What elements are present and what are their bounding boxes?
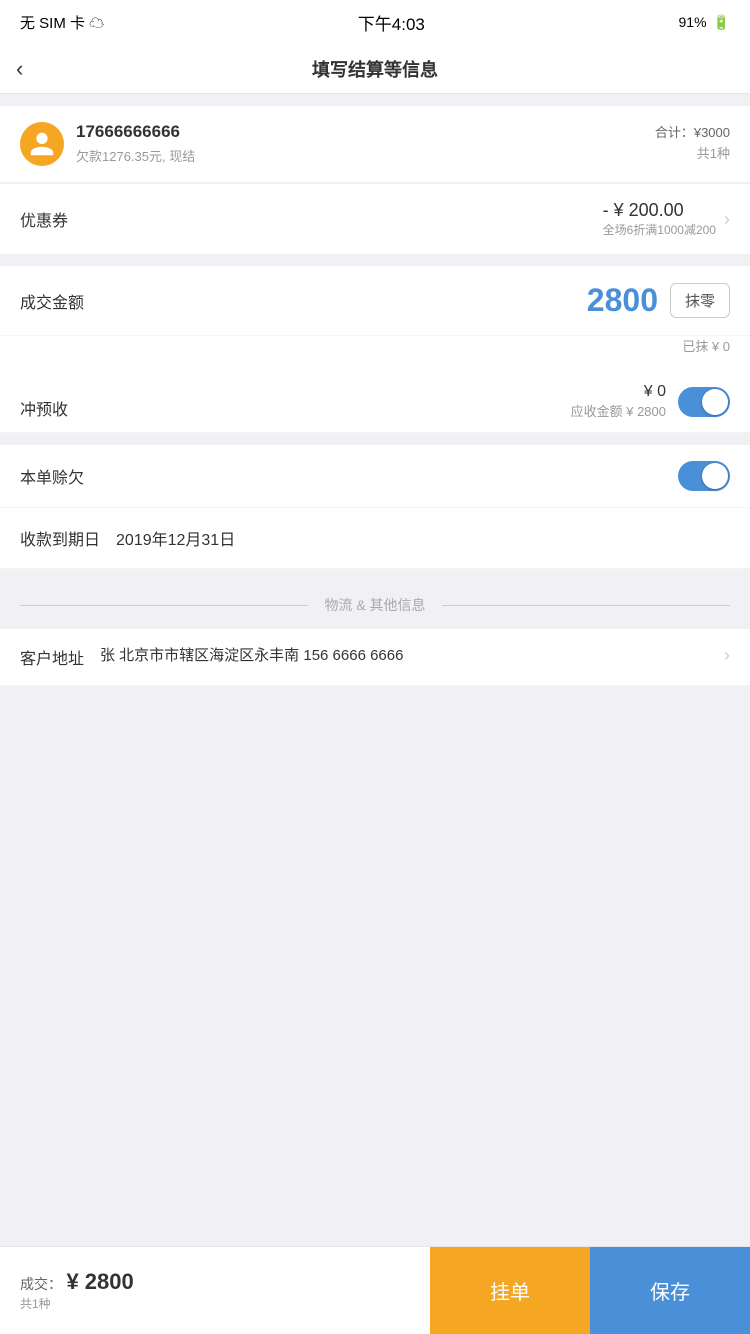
customer-total: 合计：¥3000 共1种	[655, 122, 730, 162]
credit-toggle[interactable]	[678, 461, 730, 491]
transaction-row: 成交金额 2800 抹零	[0, 266, 750, 336]
due-date-value: 2019年12月31日	[116, 526, 235, 550]
total-label: 合计：¥3000	[655, 122, 730, 141]
prepayment-right: ¥ 0 应收金额 ¥ 2800	[571, 383, 730, 420]
credit-right	[678, 461, 730, 491]
battery-icon: 🔋	[713, 14, 730, 31]
no-sim-label: 无 SIM 卡 ☁	[20, 12, 104, 33]
coupon-detail: 全场6折满1000减200	[603, 221, 716, 238]
customer-card: 17666666666 欠款1276.35元, 现结 合计：¥3000 共1种	[0, 106, 750, 182]
coupon-discount: - ¥ 200.00	[603, 200, 716, 221]
due-date-label: 收款到期日	[20, 526, 100, 550]
address-value: 张 北京市市辖区海淀区永丰南 156 6666 6666	[100, 645, 724, 668]
coupon-label: 优惠券	[20, 207, 68, 231]
transaction-label: 成交金额	[20, 289, 84, 313]
prepayment-toggle[interactable]	[678, 387, 730, 417]
address-chevron-icon: ›	[724, 645, 730, 666]
transaction-section: 成交金额 2800 抹零 已抹 ¥ 0 冲预收 ¥ 0 应收金额 ¥ 2800	[0, 266, 750, 433]
toggle-knob	[702, 389, 728, 415]
section-divider-3	[0, 569, 750, 581]
bottom-bar: 成交： ¥ 2800 共1种 挂单 保存	[0, 1246, 750, 1334]
total-count: 共1种	[655, 143, 730, 162]
chevron-right-icon: ›	[724, 209, 730, 230]
nav-header: ‹ 填写结算等信息	[0, 44, 750, 94]
summary-amount: ¥ 2800	[66, 1269, 133, 1294]
credit-section: 本单赊欠 收款到期日 2019年12月31日	[0, 445, 750, 569]
summary-count: 共1种	[20, 1295, 410, 1312]
prepayment-row: 冲预收 ¥ 0 应收金额 ¥ 2800	[0, 367, 750, 433]
credit-row: 本单赊欠	[0, 445, 750, 508]
status-left: 无 SIM 卡 ☁	[20, 12, 104, 33]
customer-debt: 欠款1276.35元, 现结	[76, 146, 195, 165]
address-label: 客户地址	[20, 645, 84, 669]
credit-label: 本单赊欠	[20, 464, 84, 488]
logistics-title: 物流 & 其他信息	[324, 595, 425, 615]
status-time: 下午4:03	[358, 10, 425, 35]
due-date-row: 收款到期日 2019年12月31日	[0, 508, 750, 569]
prepayment-label: 冲预收	[20, 396, 68, 420]
page-title: 填写结算等信息	[312, 56, 438, 82]
eraze-button[interactable]: 抹零	[670, 283, 730, 318]
transaction-right: 2800 抹零	[587, 282, 730, 319]
status-right: 91% 🔋	[679, 14, 730, 31]
save-button[interactable]: 保存	[590, 1247, 750, 1334]
bottom-summary: 成交： ¥ 2800 共1种	[0, 1247, 430, 1334]
gray-bg-section	[0, 686, 750, 806]
coupon-row[interactable]: 优惠券 - ¥ 200.00 全场6折满1000减200 ›	[0, 183, 750, 254]
section-divider-1	[0, 254, 750, 266]
hold-button[interactable]: 挂单	[430, 1247, 590, 1334]
summary-row: 成交： ¥ 2800	[20, 1269, 410, 1295]
status-bar: 无 SIM 卡 ☁ 下午4:03 91% 🔋	[0, 0, 750, 44]
logistics-line-left	[20, 605, 308, 606]
credit-toggle-knob	[702, 463, 728, 489]
prepayment-sub: 应收金额 ¥ 2800	[571, 401, 666, 420]
transaction-amount: 2800	[587, 282, 658, 319]
customer-left: 17666666666 欠款1276.35元, 现结	[20, 122, 195, 166]
coupon-right: - ¥ 200.00 全场6折满1000减200 ›	[603, 200, 730, 238]
customer-info: 17666666666 欠款1276.35元, 现结	[76, 122, 195, 165]
prepayment-value: ¥ 0	[571, 383, 666, 401]
back-button[interactable]: ‹	[16, 56, 23, 82]
section-divider-2	[0, 433, 750, 445]
avatar	[20, 122, 64, 166]
battery-label: 91%	[679, 14, 707, 30]
address-row[interactable]: 客户地址 张 北京市市辖区海淀区永丰南 156 6666 6666 ›	[0, 629, 750, 686]
logistics-line-right	[442, 605, 730, 606]
transaction-sub: 已抹 ¥ 0	[0, 336, 750, 367]
logistics-header: 物流 & 其他信息	[0, 581, 750, 629]
summary-label: 成交：	[20, 1276, 62, 1292]
customer-phone: 17666666666	[76, 122, 195, 142]
main-content: 17666666666 欠款1276.35元, 现结 合计：¥3000 共1种 …	[0, 106, 750, 906]
